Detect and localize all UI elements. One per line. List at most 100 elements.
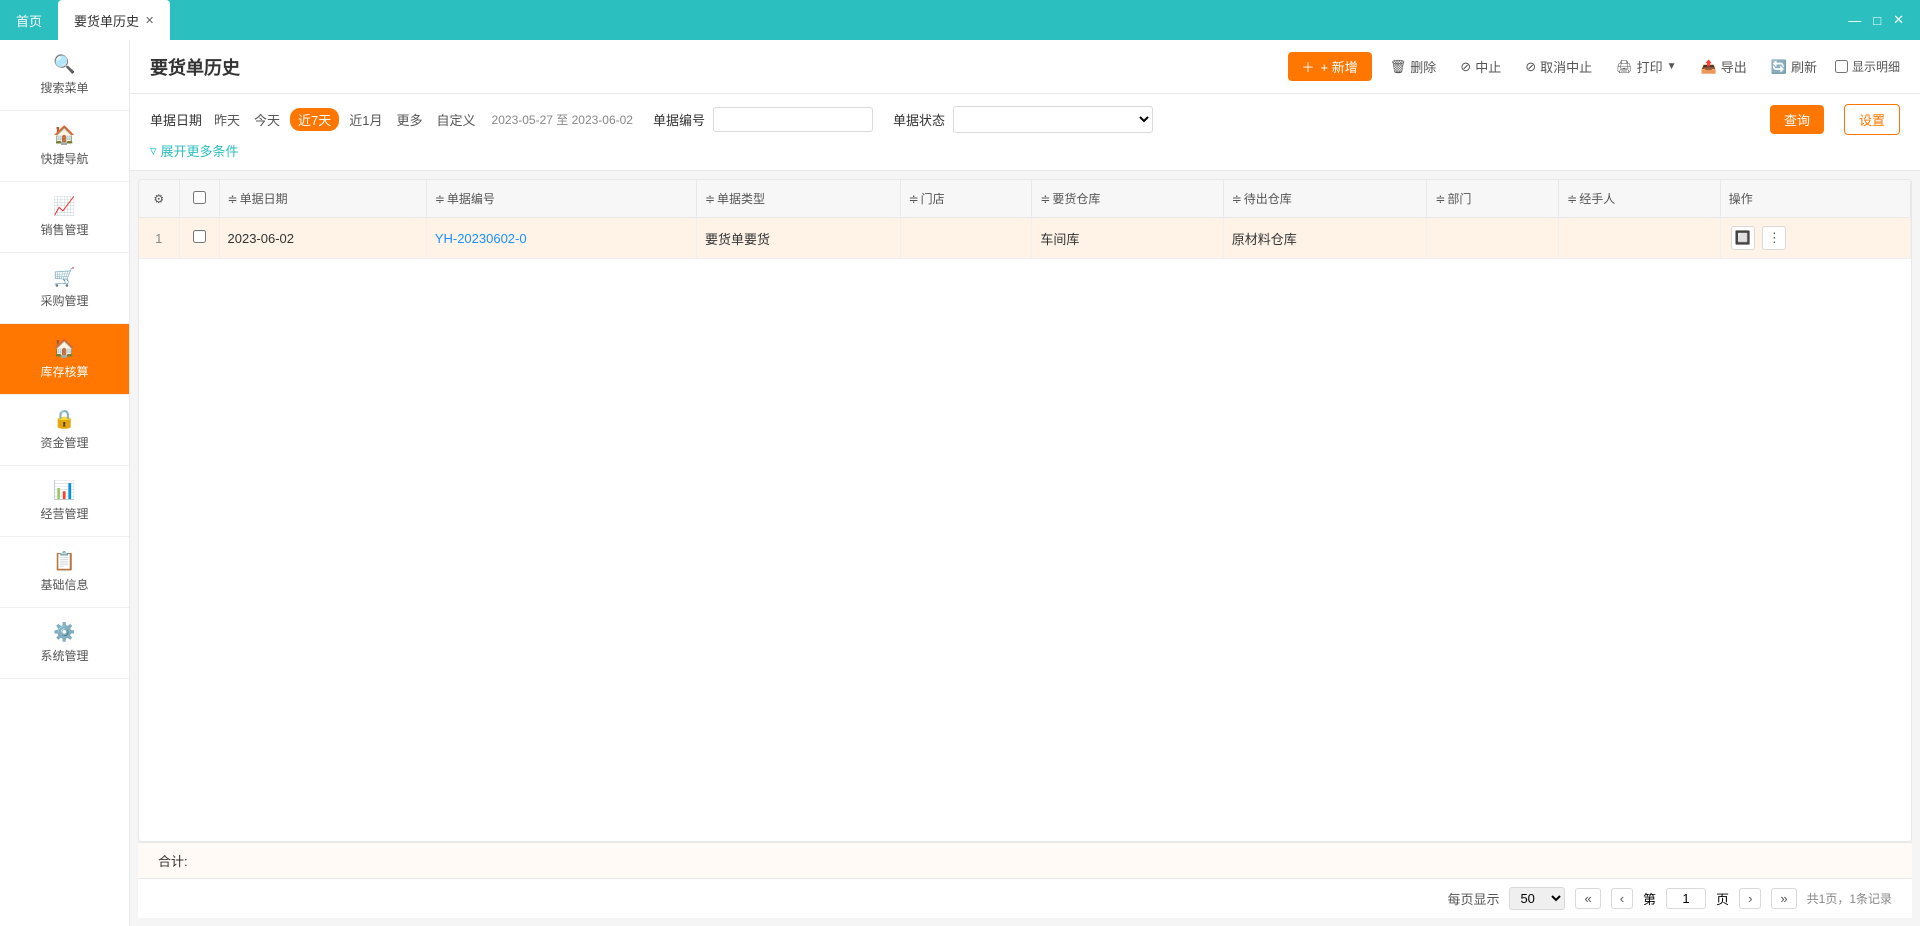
date-shortcut-more[interactable]: 更多 [393, 108, 427, 131]
expand-more-icon: ▿ [150, 143, 157, 159]
sidebar-item-finance-mgmt[interactable]: 🔒 资金管理 [0, 395, 129, 466]
select-all-checkbox[interactable] [193, 191, 206, 204]
doc-status-label: 单据状态 [893, 110, 945, 129]
last-page-button[interactable]: » [1771, 888, 1796, 909]
date-filter-group: 单据日期 昨天 今天 近7天 近1月 更多 自定义 2023-05-27 至 2… [150, 108, 633, 131]
prev-page-button[interactable]: ‹ [1611, 888, 1633, 909]
page-number-input[interactable] [1666, 888, 1706, 909]
display-detail-checkbox[interactable] [1835, 60, 1848, 73]
sidebar-item-search-menu[interactable]: 🔍 搜索菜单 [0, 40, 129, 111]
delete-button[interactable]: 🗑 删除 [1384, 53, 1443, 80]
delete-icon: 🗑 [1390, 59, 1407, 75]
maximize-btn[interactable]: □ [1873, 13, 1881, 28]
sidebar-item-inventory[interactable]: 🏠 库存核算 [0, 324, 129, 395]
col-type: ≑ 单据类型 [696, 180, 900, 218]
filter-row: 单据日期 昨天 今天 近7天 近1月 更多 自定义 2023-05-27 至 2… [150, 104, 1900, 135]
print-button[interactable]: 🖨 打印 ▼ [1610, 53, 1682, 80]
col-type-sort[interactable]: ≑ 单据类型 [705, 190, 765, 207]
close-btn[interactable]: ✕ [1893, 12, 1904, 28]
minimize-btn[interactable]: — [1848, 13, 1861, 28]
col-settings[interactable]: ⚙ [139, 180, 179, 218]
export-button[interactable]: 📤 导出 [1695, 53, 1753, 80]
doc-number-link[interactable]: YH-20230602-0 [435, 231, 527, 246]
stop-icon: ⊘ [1460, 59, 1471, 75]
inventory-icon: 🏠 [53, 338, 75, 359]
cell-store [900, 218, 1032, 259]
date-range-text: 2023-05-27 至 2023-06-02 [492, 111, 633, 128]
display-detail-label: 显示明细 [1852, 58, 1900, 75]
cell-operation: 🔲 ⋮ [1720, 218, 1910, 259]
date-shortcut-custom[interactable]: 自定义 [433, 108, 480, 131]
first-page-button[interactable]: « [1575, 888, 1600, 909]
col-handler: ≑ 经手人 [1559, 180, 1721, 218]
date-filter-label: 单据日期 [150, 110, 202, 129]
new-button[interactable]: ＋ + 新增 [1288, 52, 1372, 81]
page-size-label: 每页显示 [1447, 889, 1499, 908]
sidebar-item-sales-mgmt[interactable]: 📈 销售管理 [0, 182, 129, 253]
total-info: 共1页，1条记录 [1807, 890, 1892, 907]
content-area: 要货单历史 ＋ + 新增 🗑 删除 ⊘ 中止 ⊘ 取消中止 [130, 40, 1920, 926]
date-shortcut-yesterday[interactable]: 昨天 [210, 108, 244, 131]
cell-checkbox [179, 218, 219, 259]
date-shortcut-today[interactable]: 今天 [250, 108, 284, 131]
date-shortcuts: 昨天 今天 近7天 近1月 更多 自定义 [210, 108, 480, 131]
cell-handler [1559, 218, 1721, 259]
date-shortcut-1month[interactable]: 近1月 [345, 108, 386, 131]
doc-status-filter-group: 单据状态 [893, 106, 1153, 133]
view-op-button[interactable]: 🔲 [1731, 226, 1755, 250]
display-detail-button[interactable]: 显示明细 [1835, 58, 1900, 75]
doc-status-select[interactable] [953, 106, 1153, 133]
top-bar: 首页 要货单历史 ✕ — □ ✕ [0, 0, 1920, 40]
col-pending-warehouse-sort[interactable]: ≑ 待出仓库 [1232, 190, 1292, 207]
sidebar-item-quick-nav[interactable]: 🏠 快捷导航 [0, 111, 129, 182]
col-dept-sort[interactable]: ≑ 部门 [1435, 190, 1471, 207]
cell-number: YH-20230602-0 [426, 218, 696, 259]
col-handler-sort[interactable]: ≑ 经手人 [1567, 190, 1615, 207]
tab-requisition-history-label: 要货单历史 [74, 11, 139, 30]
new-icon: ＋ [1302, 57, 1315, 76]
settings-filter-button[interactable]: 设置 [1844, 104, 1900, 135]
doc-number-input[interactable] [713, 107, 873, 132]
sidebar-item-purchase-mgmt[interactable]: 🛒 采购管理 [0, 253, 129, 324]
expand-more-button[interactable]: ▿ 展开更多条件 [150, 141, 1900, 160]
refresh-icon: 🔄 [1771, 59, 1787, 75]
print-icon: 🖨 [1616, 59, 1633, 75]
filter-bar: 单据日期 昨天 今天 近7天 近1月 更多 自定义 2023-05-27 至 2… [130, 94, 1920, 171]
sidebar-item-label-finance-mgmt: 资金管理 [40, 434, 88, 451]
page-label: 第 [1643, 889, 1656, 908]
sidebar-item-system-mgmt[interactable]: ⚙️ 系统管理 [0, 608, 129, 679]
cancel-stop-icon: ⊘ [1525, 59, 1536, 75]
date-shortcut-7days[interactable]: 近7天 [290, 108, 339, 131]
col-req-warehouse: ≑ 要货仓库 [1032, 180, 1223, 218]
sidebar-item-operation-mgmt[interactable]: 📊 经营管理 [0, 466, 129, 537]
cancel-stop-button[interactable]: ⊘ 取消中止 [1519, 53, 1598, 80]
tab-requisition-history[interactable]: 要货单历史 ✕ [58, 0, 170, 40]
query-button[interactable]: 查询 [1770, 105, 1824, 134]
next-page-button[interactable]: › [1739, 888, 1761, 909]
tab-home[interactable]: 首页 [0, 0, 58, 40]
col-pending-warehouse: ≑ 待出仓库 [1223, 180, 1427, 218]
page-header: 要货单历史 ＋ + 新增 🗑 删除 ⊘ 中止 ⊘ 取消中止 [130, 40, 1920, 94]
page-size-select[interactable]: 10 20 50 100 [1509, 887, 1565, 910]
col-date-sort[interactable]: ≑ 单据日期 [228, 190, 288, 207]
cell-type: 要货单要货 [696, 218, 900, 259]
export-icon: 📤 [1701, 59, 1717, 75]
system-mgmt-icon: ⚙️ [53, 622, 75, 643]
col-operation: 操作 [1720, 180, 1910, 218]
stop-button[interactable]: ⊘ 中止 [1454, 53, 1507, 80]
refresh-button[interactable]: 🔄 刷新 [1765, 53, 1823, 80]
col-req-warehouse-sort[interactable]: ≑ 要货仓库 [1040, 190, 1100, 207]
col-date: ≑ 单据日期 [219, 180, 426, 218]
col-checkbox [179, 180, 219, 218]
cell-req-warehouse: 车间库 [1032, 218, 1223, 259]
tab-close-icon[interactable]: ✕ [145, 14, 154, 27]
sidebar-item-label-inventory: 库存核算 [40, 363, 88, 380]
search-menu-icon: 🔍 [53, 54, 75, 75]
col-store: ≑ 门店 [900, 180, 1032, 218]
sidebar-item-basic-info[interactable]: 📋 基础信息 [0, 537, 129, 608]
delete-label: 删除 [1410, 57, 1436, 76]
more-op-button[interactable]: ⋮ [1762, 226, 1786, 250]
col-store-sort[interactable]: ≑ 门店 [909, 190, 945, 207]
col-number-sort[interactable]: ≑ 单据编号 [435, 190, 495, 207]
row-checkbox[interactable] [193, 230, 206, 243]
